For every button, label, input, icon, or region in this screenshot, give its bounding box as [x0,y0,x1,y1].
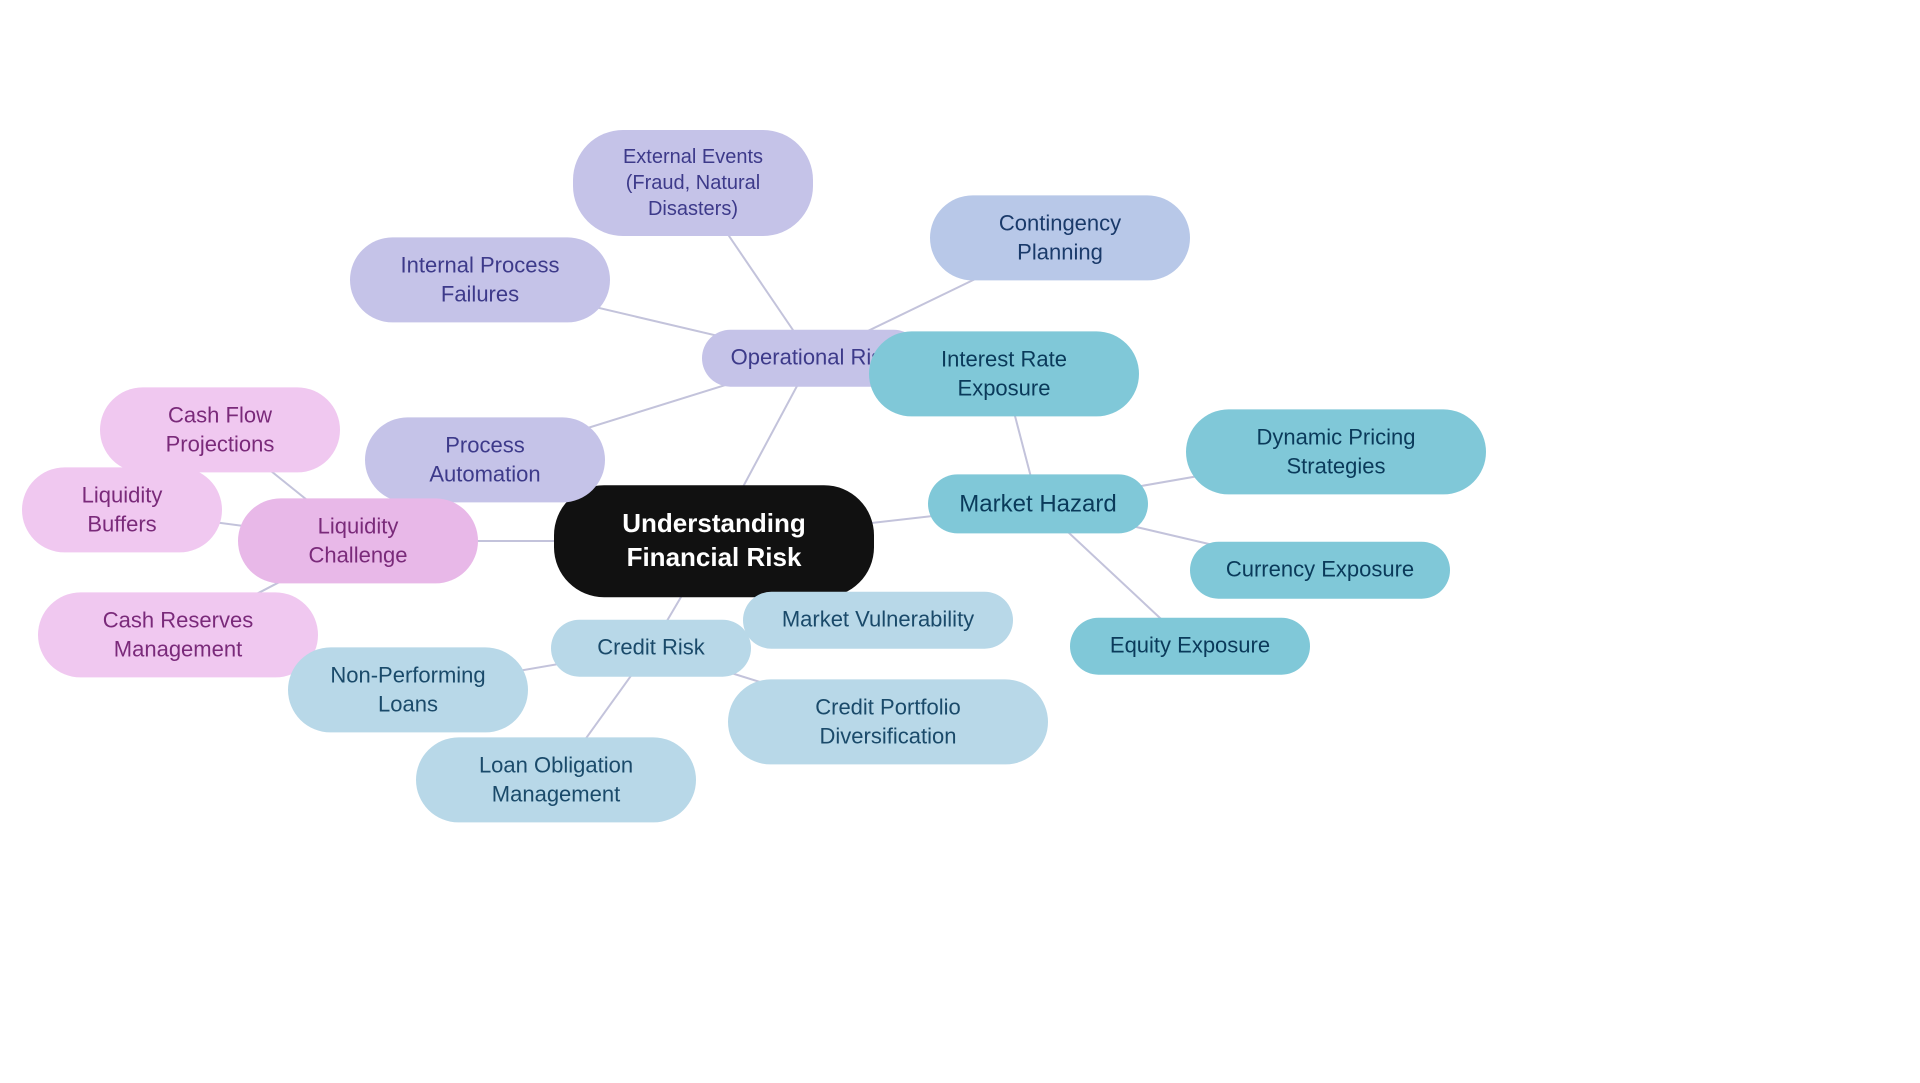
node-market-vulnerability[interactable]: Market Vulnerability [743,592,1013,649]
node-external-events[interactable]: External Events (Fraud, Natural Disaster… [573,130,813,236]
node-liquidity-buffers[interactable]: Liquidity Buffers [22,467,222,552]
node-process-automation[interactable]: Process Automation [365,417,605,502]
node-liquidity-challenge[interactable]: Liquidity Challenge [238,498,478,583]
node-credit-portfolio[interactable]: Credit Portfolio Diversification [728,679,1048,764]
node-dynamic-pricing[interactable]: Dynamic Pricing Strategies [1186,409,1486,494]
mind-map: Understanding Financial Risk Operational… [0,0,1920,1083]
node-non-performing-loans[interactable]: Non-Performing Loans [288,647,528,732]
node-cash-reserves[interactable]: Cash Reserves Management [38,592,318,677]
node-equity-exposure[interactable]: Equity Exposure [1070,618,1310,675]
node-interest-rate-exposure[interactable]: Interest Rate Exposure [869,331,1139,416]
node-currency-exposure[interactable]: Currency Exposure [1190,542,1450,599]
node-contingency-planning[interactable]: Contingency Planning [930,195,1190,280]
node-loan-obligation[interactable]: Loan Obligation Management [416,737,696,822]
node-center[interactable]: Understanding Financial Risk [554,485,874,597]
node-internal-process[interactable]: Internal Process Failures [350,237,610,322]
node-credit-risk[interactable]: Credit Risk [551,620,751,677]
node-market-hazard[interactable]: Market Hazard [928,474,1148,533]
node-cash-flow[interactable]: Cash Flow Projections [100,387,340,472]
